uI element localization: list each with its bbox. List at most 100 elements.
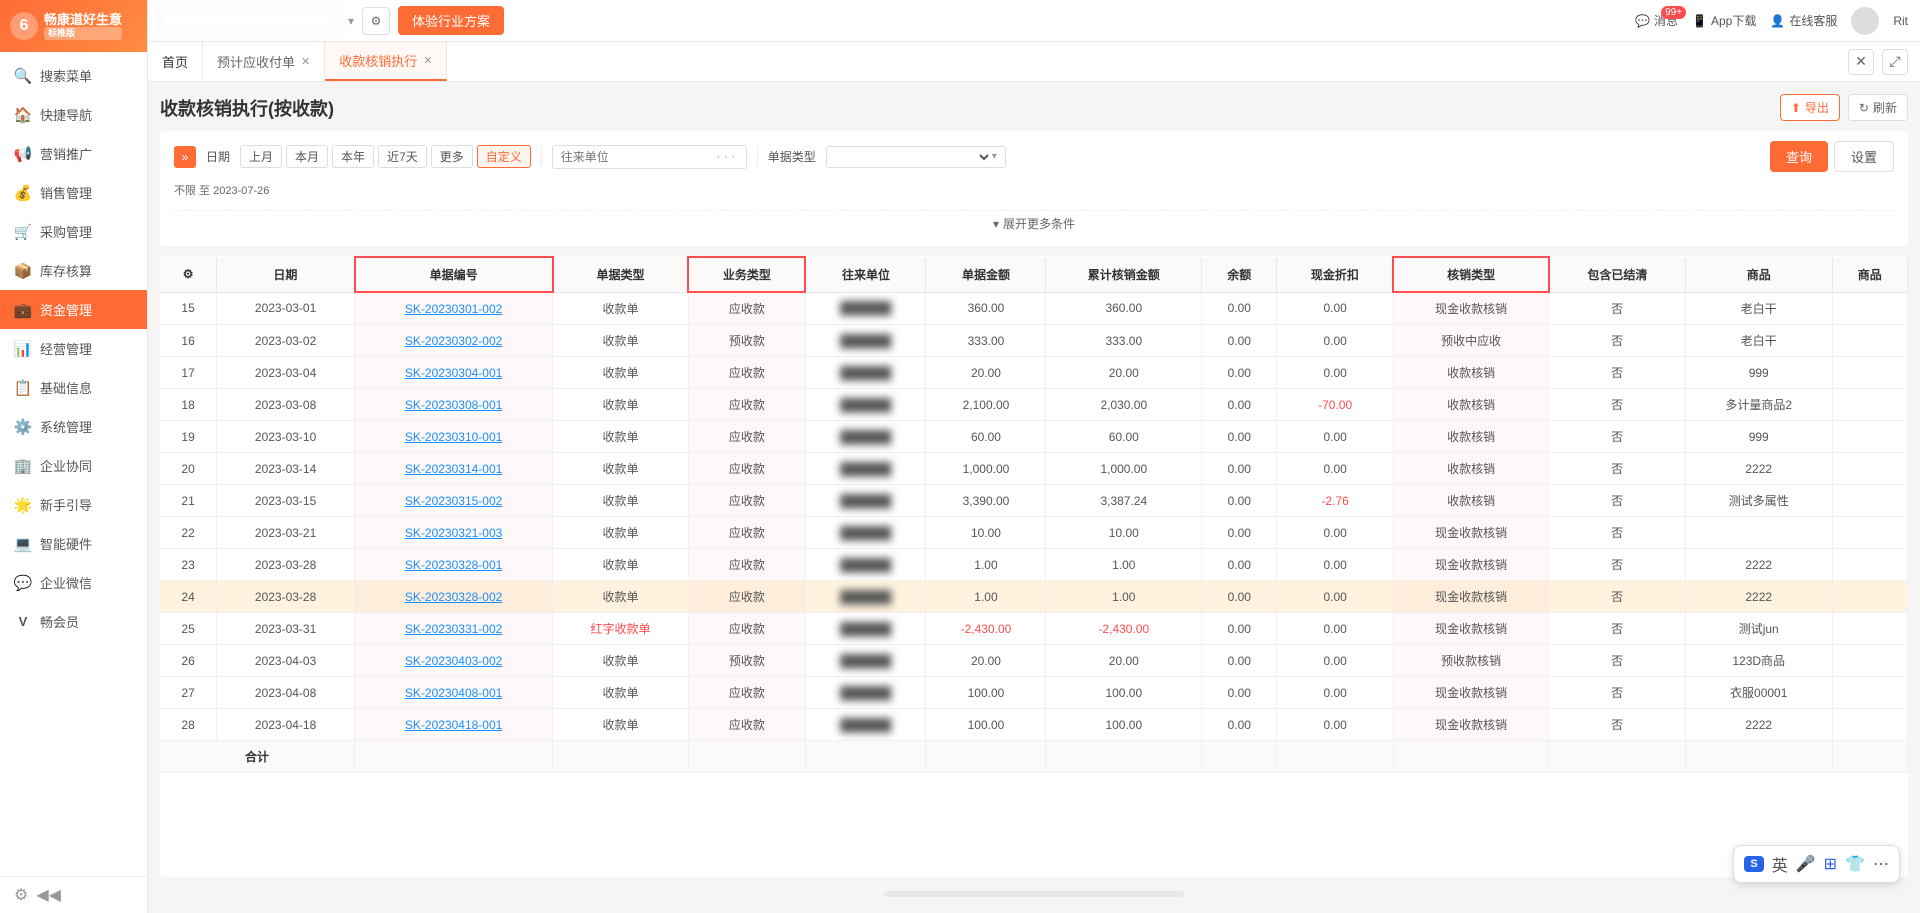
sidebar-item-operations[interactable]: 📊 经营管理	[0, 329, 147, 368]
cell-goods: 999	[1685, 421, 1832, 453]
sidebar-item-newbie[interactable]: 🌟 新手引导	[0, 485, 147, 524]
cell-goods	[1685, 517, 1832, 549]
bill-no-link[interactable]: SK-20230328-001	[405, 558, 502, 572]
filter-row-1: » 日期 上月 本月 本年 近7天 更多 自定义 ··· 单据类型	[174, 141, 1894, 172]
sidebar-item-purchase[interactable]: 🛒 采购管理	[0, 212, 147, 251]
bill-no-link[interactable]: SK-20230328-002	[405, 590, 502, 604]
tab-prepay-close[interactable]: ✕	[301, 55, 310, 68]
topbar-chevron-icon: ▾	[348, 14, 354, 28]
collapse-icon[interactable]: ◀◀	[36, 885, 61, 905]
msg-button[interactable]: 💬 消息 99+	[1635, 12, 1678, 29]
cell-date: 2023-03-14	[217, 453, 355, 485]
cell-cash-discount: 0.00	[1277, 357, 1393, 389]
cell-cash-discount: -70.00	[1277, 389, 1393, 421]
cell-total-writeoff: 360.00	[1046, 292, 1202, 325]
col-writeoff-type: 核销类型	[1393, 257, 1549, 292]
sidebar-item-inventory[interactable]: 📦 库存核算	[0, 251, 147, 290]
refresh-button[interactable]: ↻ 刷新	[1848, 94, 1908, 121]
cell-date: 2023-03-31	[217, 613, 355, 645]
cell-cash-discount: 0.00	[1277, 292, 1393, 325]
settings-gear-icon[interactable]: ⚙	[14, 885, 28, 905]
cell-writeoff-type: 现金收款核销	[1393, 613, 1549, 645]
tab-receipt-close[interactable]: ✕	[423, 54, 432, 67]
cell-biz-type: 应收款	[688, 709, 805, 741]
corp-icon: 🏢	[14, 457, 32, 475]
query-button[interactable]: 查询	[1770, 141, 1828, 172]
custom-date-btn[interactable]: 自定义	[477, 145, 531, 168]
cell-total-writeoff: 3,387.24	[1046, 485, 1202, 517]
bill-no-link[interactable]: SK-20230302-002	[405, 334, 502, 348]
sidebar-item-hardware[interactable]: 💻 智能硬件	[0, 524, 147, 563]
bill-no-link[interactable]: SK-20230315-002	[405, 494, 502, 508]
logo-text: 畅康道好生意 标推版	[44, 12, 122, 40]
cell-balance: 0.00	[1202, 709, 1277, 741]
expand-more-row[interactable]: ▾ 展开更多条件	[174, 210, 1894, 236]
bill-no-link[interactable]: SK-20230403-002	[405, 654, 502, 668]
sidebar-item-system[interactable]: ⚙️ 系统管理	[0, 407, 147, 446]
cell-include-settled: 否	[1549, 517, 1685, 549]
col-goods2: 商品	[1832, 257, 1907, 292]
bill-no-link[interactable]: SK-20230304-001	[405, 366, 502, 380]
ime-shirt-icon[interactable]: 👕	[1845, 854, 1865, 874]
ime-lang-toggle[interactable]: 英	[1772, 852, 1788, 876]
bill-no-link[interactable]: SK-20230408-001	[405, 686, 502, 700]
sidebar-item-basic[interactable]: 📋 基础信息	[0, 368, 147, 407]
horizontal-scrollbar[interactable]	[884, 891, 1184, 897]
this-month-btn[interactable]: 本月	[286, 145, 328, 168]
last-month-btn[interactable]: 上月	[240, 145, 282, 168]
ime-apps-icon[interactable]: ⋯	[1873, 854, 1889, 874]
sidebar-item-guide[interactable]: 🏠 快捷导航	[0, 95, 147, 134]
cell-include-settled: 否	[1549, 421, 1685, 453]
sidebar-item-corp[interactable]: 🏢 企业协同	[0, 446, 147, 485]
cell-include-settled: 否	[1549, 292, 1685, 325]
tab-receipt[interactable]: 收款核销执行 ✕	[325, 42, 447, 81]
tab-close-all-btn[interactable]: ✕	[1848, 49, 1874, 75]
sidebar-item-search[interactable]: 🔍 搜索菜单	[0, 56, 147, 95]
bill-no-link[interactable]: SK-20230314-001	[405, 462, 502, 476]
bill-no-link[interactable]: SK-20230301-002	[405, 302, 502, 316]
bill-no-link[interactable]: SK-20230418-001	[405, 718, 502, 732]
cell-date: 2023-03-04	[217, 357, 355, 389]
bill-no-link[interactable]: SK-20230308-001	[405, 398, 502, 412]
ime-mic-icon[interactable]: 🎤	[1796, 854, 1816, 874]
cell-cash-discount: -2.76	[1277, 485, 1393, 517]
cell-bill-no: SK-20230331-002	[355, 613, 553, 645]
bill-no-link[interactable]: SK-20230310-001	[405, 430, 502, 444]
last-7days-btn[interactable]: 近7天	[378, 145, 427, 168]
sidebar-item-sales[interactable]: 💰 销售管理	[0, 173, 147, 212]
service-button[interactable]: 👤 在线客服	[1770, 12, 1837, 29]
app-download-button[interactable]: 📱 App下载	[1692, 12, 1756, 29]
page-title: 收款核销执行(按收款)	[160, 95, 334, 121]
date-filter-label: 日期	[206, 148, 230, 165]
partner-input[interactable]	[561, 150, 716, 164]
this-year-btn[interactable]: 本年	[332, 145, 374, 168]
cell-writeoff-type: 收款核销	[1393, 389, 1549, 421]
tab-prepay[interactable]: 预计应收付单 ✕	[203, 42, 325, 81]
bill-type-select[interactable]	[835, 149, 992, 165]
setting-button[interactable]: 设置	[1834, 141, 1894, 172]
sidebar-item-marketing[interactable]: 📢 营销推广	[0, 134, 147, 173]
cell-date: 2023-03-28	[217, 549, 355, 581]
ime-grid-icon[interactable]: ⊞	[1824, 854, 1837, 874]
topbar-search[interactable]	[160, 7, 340, 35]
sidebar-item-member[interactable]: V 畅会员	[0, 602, 147, 641]
industry-btn[interactable]: 体验行业方案	[398, 6, 504, 35]
cell-date: 2023-04-08	[217, 677, 355, 709]
cell-include-settled: 否	[1549, 709, 1685, 741]
more-date-btn[interactable]: 更多	[431, 145, 473, 168]
sidebar-item-finance[interactable]: 💼 资金管理	[0, 290, 147, 329]
bill-no-link[interactable]: SK-20230321-003	[405, 526, 502, 540]
tab-expand-btn[interactable]: ⤢	[1882, 49, 1908, 75]
cell-partner: ██████	[805, 709, 926, 741]
cell-total-writeoff: 10.00	[1046, 517, 1202, 549]
filter-expand-button[interactable]: »	[174, 146, 196, 168]
bill-no-link[interactable]: SK-20230331-002	[405, 622, 502, 636]
sidebar-item-wechat[interactable]: 💬 企业微信	[0, 563, 147, 602]
export-button[interactable]: ⬆ 导出	[1780, 94, 1840, 121]
tab-home[interactable]: 首页	[148, 42, 203, 81]
cell-no: 24	[160, 581, 217, 613]
topbar-gear-button[interactable]: ⚙	[362, 7, 390, 35]
cell-bill-no: SK-20230321-003	[355, 517, 553, 549]
select-chevron-icon: ▾	[992, 151, 997, 162]
table-row: 23 2023-03-28 SK-20230328-001 收款单 应收款 ██…	[160, 549, 1908, 581]
